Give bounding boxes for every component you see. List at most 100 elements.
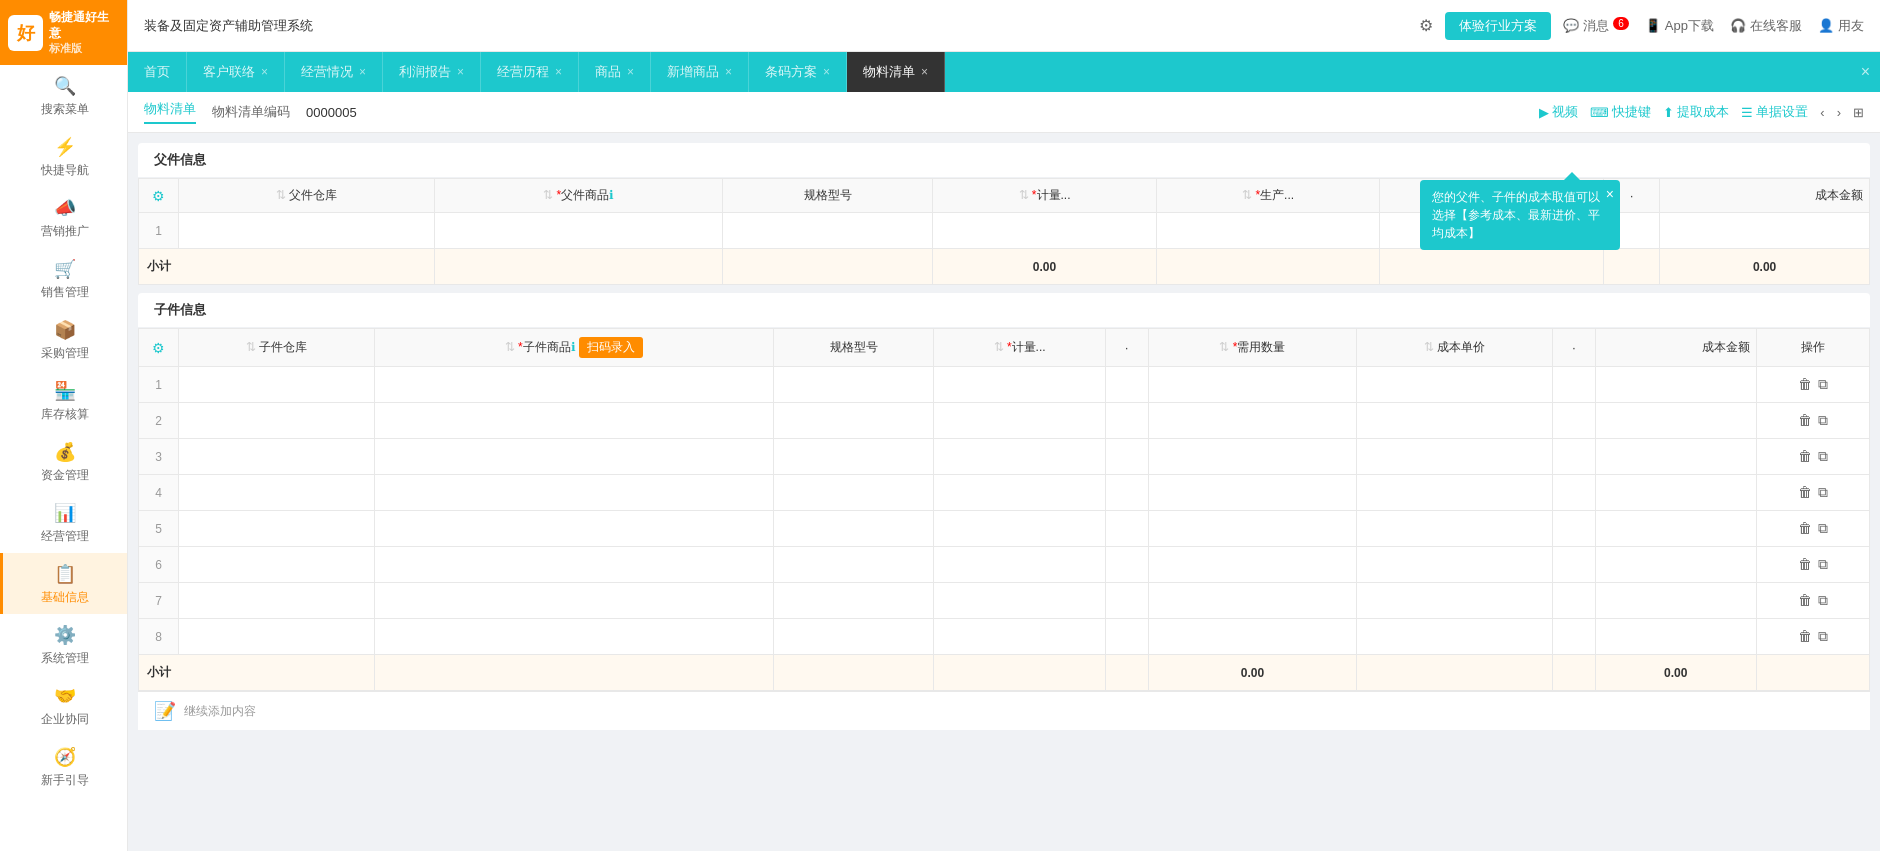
sidebar-item-operations[interactable]: 📊 经营管理 (0, 492, 127, 553)
delete-icon[interactable]: 🗑 (1798, 484, 1812, 501)
single-settings-action[interactable]: ☰ 单据设置 (1741, 103, 1808, 121)
sidebar-item-quick-nav[interactable]: ⚡ 快捷导航 (0, 126, 127, 187)
tab-new-goods[interactable]: 新增商品 × (651, 52, 749, 92)
delete-icon[interactable]: 🗑 (1798, 556, 1812, 573)
copy-icon[interactable]: ⧉ (1818, 412, 1828, 429)
child-required-qty-cell[interactable] (1148, 511, 1356, 547)
parent-warehouse-cell[interactable] (179, 213, 435, 249)
next-icon[interactable]: › (1837, 105, 1841, 120)
child-warehouse-cell[interactable] (179, 403, 375, 439)
close-icon[interactable]: × (359, 65, 366, 79)
copy-icon[interactable]: ⧉ (1818, 556, 1828, 573)
sidebar-item-system[interactable]: ⚙️ 系统管理 (0, 614, 127, 675)
child-unit-cell[interactable] (934, 403, 1105, 439)
tab-customer[interactable]: 客户联络 × (187, 52, 285, 92)
child-unit-cost-cell[interactable] (1356, 403, 1552, 439)
child-required-qty-cell[interactable] (1148, 367, 1356, 403)
child-warehouse-cell[interactable] (179, 439, 375, 475)
message-button[interactable]: 💬 消息 6 (1563, 17, 1629, 35)
online-service-button[interactable]: 🎧 在线客服 (1730, 17, 1802, 35)
child-spec-cell[interactable] (773, 583, 934, 619)
sidebar-item-search[interactable]: 🔍 搜索菜单 (0, 65, 127, 126)
child-goods-cell[interactable] (374, 547, 773, 583)
parent-col-settings[interactable]: ⚙ (139, 179, 179, 213)
child-goods-cell[interactable] (374, 583, 773, 619)
tab-barcode[interactable]: 条码方案 × (749, 52, 847, 92)
child-spec-cell[interactable] (773, 475, 934, 511)
sidebar-item-stock[interactable]: 🏪 库存核算 (0, 370, 127, 431)
extract-cost-action[interactable]: ⬆ 提取成本 (1663, 103, 1729, 121)
child-required-qty-cell[interactable] (1148, 439, 1356, 475)
tooltip-close-button[interactable]: × (1606, 184, 1614, 205)
scan-input-button[interactable]: 扫码录入 (579, 337, 643, 358)
sidebar-item-guide[interactable]: 🧭 新手引导 (0, 736, 127, 797)
try-industry-button[interactable]: 体验行业方案 (1445, 12, 1551, 40)
close-icon[interactable]: × (823, 65, 830, 79)
tab-biz-history[interactable]: 经营历程 × (481, 52, 579, 92)
copy-icon[interactable]: ⧉ (1818, 448, 1828, 465)
child-unit-cost-cell[interactable] (1356, 511, 1552, 547)
child-spec-cell[interactable] (773, 547, 934, 583)
child-unit-cell[interactable] (934, 511, 1105, 547)
child-spec-cell[interactable] (773, 367, 934, 403)
child-goods-cell[interactable] (374, 439, 773, 475)
tab-business[interactable]: 经营情况 × (285, 52, 383, 92)
gear-icon[interactable]: ⚙ (1419, 16, 1433, 35)
delete-icon[interactable]: 🗑 (1798, 412, 1812, 429)
tab-profit[interactable]: 利润报告 × (383, 52, 481, 92)
video-action[interactable]: ▶ 视频 (1539, 103, 1578, 121)
sidebar-item-sales[interactable]: 🛒 销售管理 (0, 248, 127, 309)
delete-icon[interactable]: 🗑 (1798, 376, 1812, 393)
copy-icon[interactable]: ⧉ (1818, 592, 1828, 609)
close-icon[interactable]: × (627, 65, 634, 79)
delete-icon[interactable]: 🗑 (1798, 592, 1812, 609)
child-spec-cell[interactable] (773, 439, 934, 475)
shortcut-action[interactable]: ⌨ 快捷键 (1590, 103, 1651, 121)
sidebar-item-basic-info[interactable]: 📋 基础信息 (0, 553, 127, 614)
app-download-button[interactable]: 📱 App下载 (1645, 17, 1714, 35)
child-goods-cell[interactable] (374, 619, 773, 655)
child-goods-cell[interactable] (374, 403, 773, 439)
child-warehouse-cell[interactable] (179, 619, 375, 655)
tab-goods[interactable]: 商品 × (579, 52, 651, 92)
close-icon[interactable]: × (261, 65, 268, 79)
copy-icon[interactable]: ⧉ (1818, 376, 1828, 393)
sidebar-item-marketing[interactable]: 📣 营销推广 (0, 187, 127, 248)
close-all-tabs[interactable]: × (1851, 63, 1880, 81)
child-required-qty-cell[interactable] (1148, 475, 1356, 511)
copy-icon[interactable]: ⧉ (1818, 520, 1828, 537)
child-unit-cost-cell[interactable] (1356, 439, 1552, 475)
child-warehouse-cell[interactable] (179, 547, 375, 583)
parent-production-cell[interactable] (1156, 213, 1380, 249)
close-icon[interactable]: × (725, 65, 732, 79)
parent-spec-cell[interactable] (723, 213, 933, 249)
delete-icon[interactable]: 🗑 (1798, 448, 1812, 465)
sidebar-item-purchase[interactable]: 📦 采购管理 (0, 309, 127, 370)
copy-icon[interactable]: ⧉ (1818, 628, 1828, 645)
page-tab-bom-code[interactable]: 物料清单编码 (212, 103, 290, 121)
child-unit-cell[interactable] (934, 439, 1105, 475)
settings-icon[interactable]: ⚙ (152, 188, 165, 204)
parent-goods-cell[interactable] (434, 213, 723, 249)
child-required-qty-cell[interactable] (1148, 583, 1356, 619)
child-warehouse-cell[interactable] (179, 583, 375, 619)
child-unit-cell[interactable] (934, 619, 1105, 655)
tab-home[interactable]: 首页 (128, 52, 187, 92)
close-icon[interactable]: × (457, 65, 464, 79)
child-warehouse-cell[interactable] (179, 367, 375, 403)
tab-bom[interactable]: 物料清单 × (847, 52, 945, 92)
child-unit-cell[interactable] (934, 547, 1105, 583)
child-goods-cell[interactable] (374, 475, 773, 511)
parent-unit-cell[interactable] (933, 213, 1157, 249)
child-required-qty-cell[interactable] (1148, 403, 1356, 439)
prev-icon[interactable]: ‹ (1820, 105, 1824, 120)
child-col-settings[interactable]: ⚙ (139, 329, 179, 367)
child-required-qty-cell[interactable] (1148, 619, 1356, 655)
child-goods-cell[interactable] (374, 511, 773, 547)
sidebar-item-enterprise[interactable]: 🤝 企业协同 (0, 675, 127, 736)
child-spec-cell[interactable] (773, 403, 934, 439)
delete-icon[interactable]: 🗑 (1798, 520, 1812, 537)
settings-icon[interactable]: ⚙ (152, 340, 165, 356)
child-unit-cost-cell[interactable] (1356, 475, 1552, 511)
user-menu[interactable]: 👤 用友 (1818, 17, 1864, 35)
